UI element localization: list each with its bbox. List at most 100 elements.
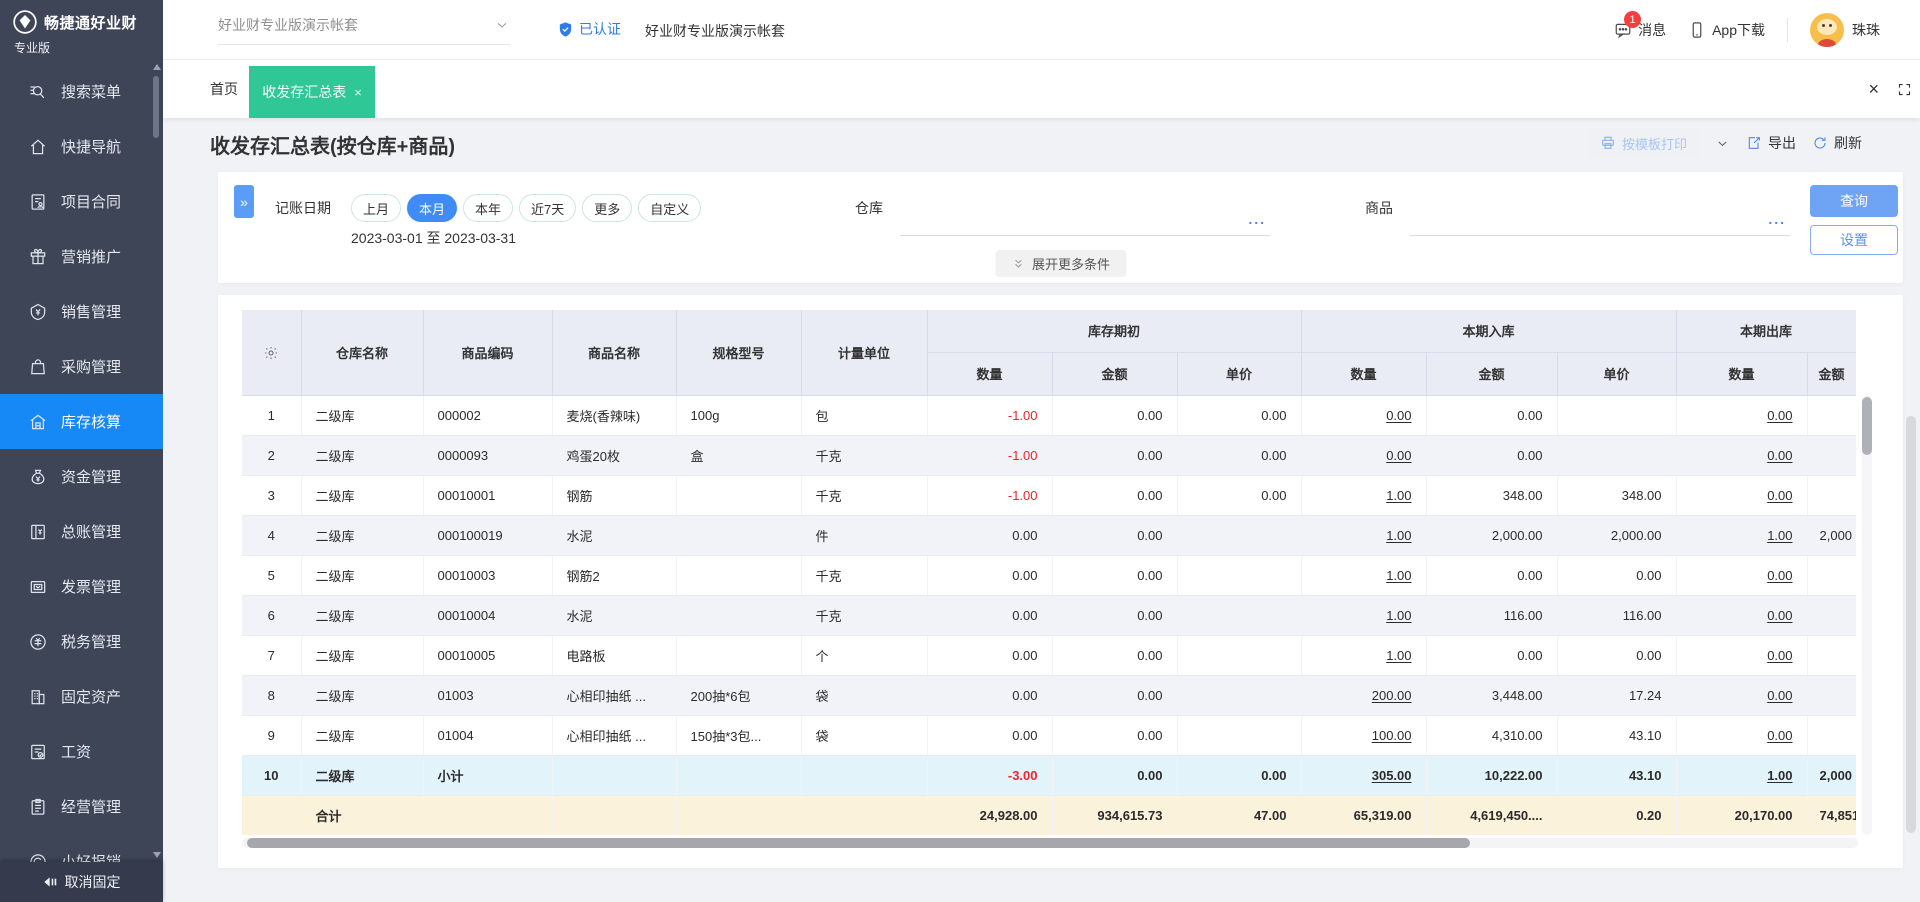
cell-out-qty[interactable]: 0.00 (1676, 475, 1807, 515)
cell-in-price: 43.10 (1557, 715, 1676, 755)
sidebar-item-quick-nav[interactable]: 快捷导航 (0, 119, 163, 174)
date-option-4[interactable]: 更多 (582, 194, 632, 222)
cell-warehouse: 二级库 (301, 555, 423, 595)
sidebar-item-operations-mgmt[interactable]: 经营管理 (0, 779, 163, 834)
cell-out-qty[interactable]: 0.00 (1676, 555, 1807, 595)
sidebar-item-payroll[interactable]: 工资 (0, 724, 163, 779)
user-menu[interactable]: 珠珠 (1810, 13, 1880, 47)
cell-out-amt: 2,000 (1807, 515, 1856, 555)
page-scrollbar-thumb[interactable] (1906, 416, 1916, 833)
cell-in-price: 2,000.00 (1557, 515, 1676, 555)
unpin-sidebar-button[interactable]: 取消固定 (0, 862, 163, 902)
cell-in-qty[interactable]: 1.00 (1301, 595, 1426, 635)
collapse-filter-button[interactable]: » (234, 185, 254, 218)
cell-in-qty[interactable]: 0.00 (1301, 395, 1426, 435)
cell-code: 小计 (423, 755, 552, 795)
fullscreen-icon[interactable] (1897, 82, 1912, 97)
cell-in-amt: 4,310.00 (1426, 715, 1557, 755)
sidebar-item-marketing[interactable]: 营销推广 (0, 229, 163, 284)
tab-close-icon[interactable]: × (354, 85, 362, 100)
cell-out-qty[interactable]: 1.00 (1676, 515, 1807, 555)
tab-summary-report[interactable]: 收发存汇总表 × (249, 66, 375, 118)
filter-panel: » 记账日期 上月本月本年近7天更多自定义 2023-03-01 至 2023-… (218, 172, 1903, 283)
total-row: 合计24,928.00934,615.7347.0065,319.004,619… (242, 795, 1856, 835)
table-vscroll-thumb[interactable] (1862, 397, 1872, 455)
date-option-1[interactable]: 本月 (407, 194, 457, 222)
cell-in-qty[interactable]: 1.00 (1301, 635, 1426, 675)
product-input[interactable]: ... (1410, 194, 1790, 236)
cell-out-qty[interactable]: 0.00 (1676, 675, 1807, 715)
cell-init-amt: 0.00 (1052, 475, 1177, 515)
cell-name: 麦烧(香辣味) (552, 395, 676, 435)
cell-in-qty[interactable]: 200.00 (1301, 675, 1426, 715)
close-icon[interactable]: × (1868, 80, 1879, 98)
sidebar-item-xiaohao-expense[interactable]: 小好报销 (0, 834, 163, 862)
cell-out-qty[interactable]: 0.00 (1676, 715, 1807, 755)
cell-out-qty[interactable]: 0.00 (1676, 595, 1807, 635)
tabbar-window-controls: × (1868, 60, 1912, 118)
cell-num: 9 (242, 715, 301, 755)
print-options-dropdown[interactable] (1715, 136, 1730, 151)
print-by-template-button[interactable]: 按模板打印 (1588, 128, 1699, 158)
cell-in-amt: 10,222.00 (1426, 755, 1557, 795)
cell-spec (676, 595, 801, 635)
export-button[interactable]: 导出 (1746, 133, 1796, 153)
sidebar-item-search-menu[interactable]: 搜索菜单 (0, 64, 163, 119)
cell-spec: 150抽*3包... (676, 715, 801, 755)
table-horizontal-scrollbar[interactable] (242, 838, 1858, 848)
app-download-button[interactable]: App下载 (1688, 20, 1765, 40)
column-settings-button[interactable] (242, 310, 301, 395)
sidebar-item-general-ledger[interactable]: 总账管理 (0, 504, 163, 559)
cell-name: 钢筋 (552, 475, 676, 515)
table-hscroll-thumb[interactable] (247, 838, 1470, 848)
sidebar-item-purchase-mgmt[interactable]: 采购管理 (0, 339, 163, 394)
cell-warehouse: 二级库 (301, 435, 423, 475)
cell-in-qty[interactable]: 1.00 (1301, 555, 1426, 595)
account-set-select[interactable]: 好业财专业版演示帐套 (218, 15, 510, 45)
bag-icon (28, 357, 48, 377)
warehouse-input[interactable]: ... (900, 194, 1270, 236)
scroll-down-icon[interactable] (153, 852, 161, 858)
sidebar-item-tax-mgmt[interactable]: 税务管理 (0, 614, 163, 669)
sidebar-item-fixed-assets[interactable]: 固定资产 (0, 669, 163, 724)
date-option-0[interactable]: 上月 (351, 194, 401, 222)
cell-out-qty[interactable]: 0.00 (1676, 395, 1807, 435)
tab-home[interactable]: 首页 (210, 60, 238, 118)
query-button[interactable]: 查询 (1810, 185, 1898, 217)
sidebar-item-funds-mgmt[interactable]: 资金管理 (0, 449, 163, 504)
table-row: 6二级库00010004水泥千克0.000.001.00116.00116.00… (242, 595, 1856, 635)
report-toolbar: 按模板打印 导出 刷新 (1588, 128, 1862, 158)
scroll-up-icon[interactable] (153, 64, 161, 70)
date-option-2[interactable]: 本年 (463, 194, 513, 222)
messages-button[interactable]: 消息 1 (1614, 20, 1666, 40)
table-row: 7二级库00010005电路板个0.000.001.000.000.000.00 (242, 635, 1856, 675)
refresh-button[interactable]: 刷新 (1812, 133, 1862, 153)
subtotal-row: 10二级库小计-3.000.000.00305.0010,222.0043.10… (242, 755, 1856, 795)
cell-in-qty[interactable]: 305.00 (1301, 755, 1426, 795)
sidebar-item-inventory-accounting[interactable]: 库存核算 (0, 394, 163, 449)
date-range-value[interactable]: 2023-03-01 至 2023-03-31 (351, 228, 516, 248)
sidebar-scrollbar[interactable] (152, 64, 161, 858)
cell-in-qty[interactable]: 0.00 (1301, 435, 1426, 475)
product-picker-button[interactable]: ... (1768, 211, 1786, 227)
sidebar-item-project-contract[interactable]: 项目合同 (0, 174, 163, 229)
cell-in-qty[interactable]: 1.00 (1301, 475, 1426, 515)
cell-in-qty[interactable]: 1.00 (1301, 515, 1426, 555)
brand-logo-icon (12, 9, 38, 35)
table-vertical-scrollbar[interactable] (1862, 395, 1872, 835)
refresh-icon (1812, 135, 1828, 151)
expand-more-conditions-button[interactable]: 展开更多条件 (995, 250, 1126, 277)
cell-out-qty[interactable]: 0.00 (1676, 635, 1807, 675)
cell-out-qty[interactable]: 1.00 (1676, 755, 1807, 795)
settings-button[interactable]: 设置 (1810, 225, 1898, 255)
warehouse-picker-button[interactable]: ... (1248, 211, 1266, 227)
sidebar-item-invoice-mgmt[interactable]: 发票管理 (0, 559, 163, 614)
header-in-price: 单价 (1557, 352, 1676, 395)
date-option-5[interactable]: 自定义 (638, 194, 701, 222)
sidebar-item-sales-mgmt[interactable]: 销售管理 (0, 284, 163, 339)
date-option-3[interactable]: 近7天 (519, 194, 576, 222)
sidebar-scroll-thumb[interactable] (153, 76, 159, 138)
cell-init-amt: 0.00 (1052, 755, 1177, 795)
cell-out-qty[interactable]: 0.00 (1676, 435, 1807, 475)
cell-in-qty[interactable]: 100.00 (1301, 715, 1426, 755)
